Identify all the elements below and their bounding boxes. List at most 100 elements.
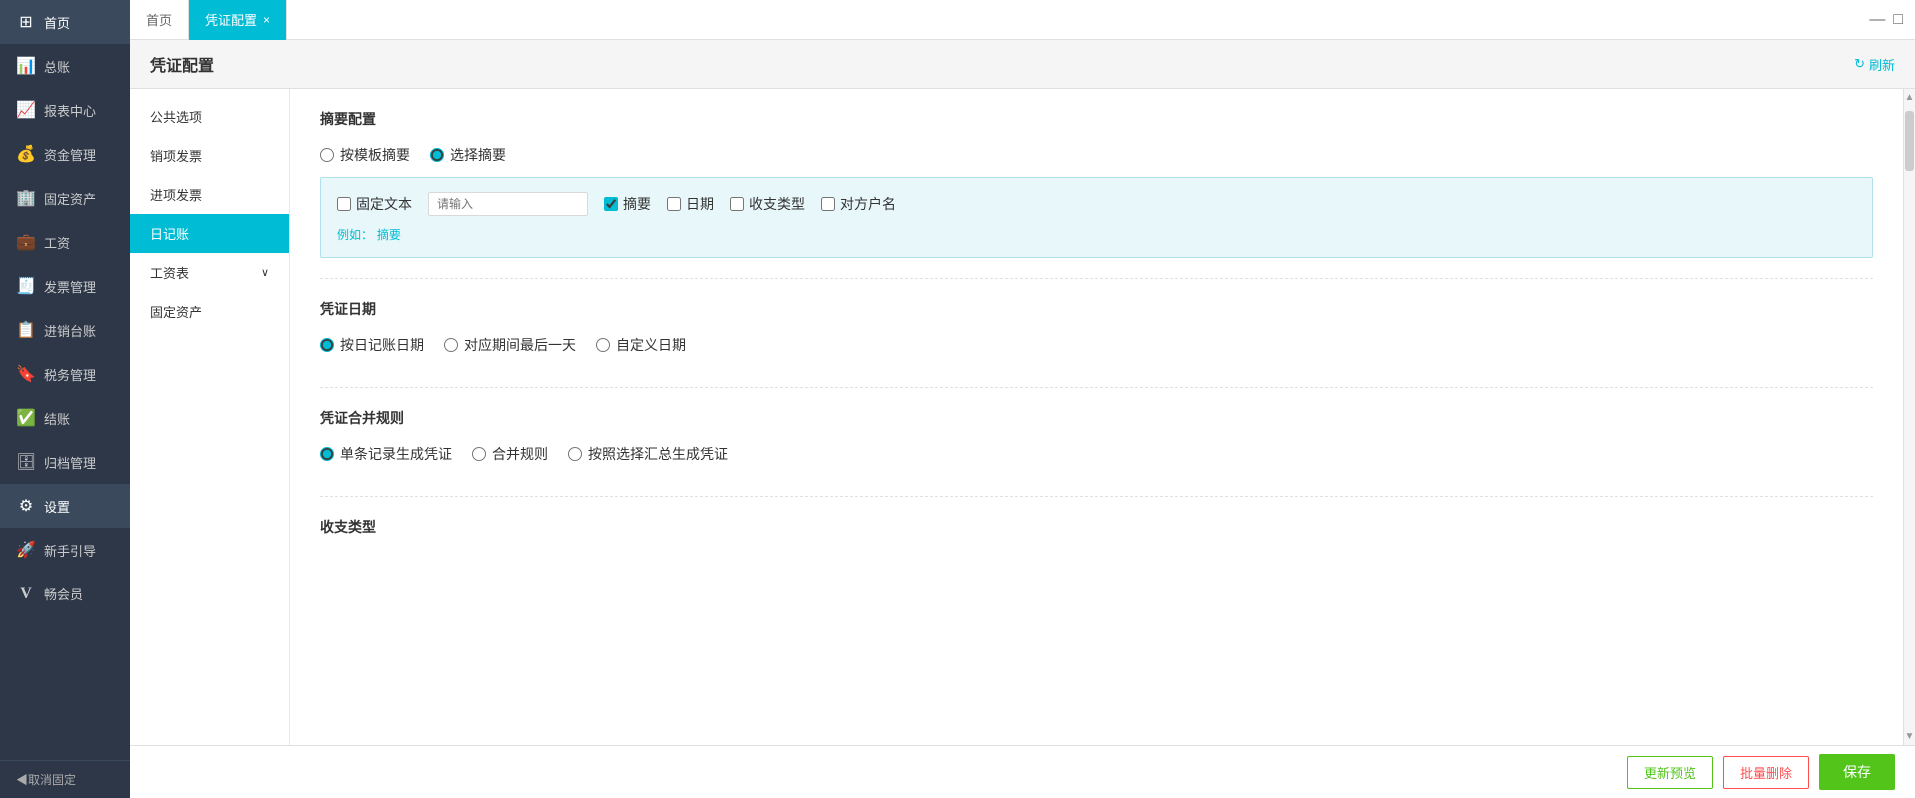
radio-template-input[interactable] xyxy=(320,148,334,162)
income-expense-section: 收支类型 xyxy=(320,517,1873,573)
nav-item-journal[interactable]: 日记账 xyxy=(130,214,289,253)
abstract-checkbox[interactable] xyxy=(604,197,618,211)
radio-select-input[interactable] xyxy=(430,148,444,162)
sidebar-item-guide[interactable]: 🚀 新手引导 xyxy=(0,528,130,572)
sidebar-item-close[interactable]: ✅ 结账 xyxy=(0,396,130,440)
scrollbar: ▲ ▼ xyxy=(1903,89,1915,745)
radio-select-summary[interactable]: 选择摘要 xyxy=(430,145,506,165)
sidebar-item-settings[interactable]: ⚙ 设置 xyxy=(0,484,130,528)
sidebar-item-ledger[interactable]: 📊 总账 xyxy=(0,44,130,88)
tab-bar: 首页 凭证配置 × — □ xyxy=(130,0,1915,40)
radio-custom-date[interactable]: 自定义日期 xyxy=(596,335,686,355)
sidebar-toggle[interactable]: ◀取消固定 xyxy=(0,760,130,798)
scroll-track xyxy=(1904,106,1915,728)
sidebar-item-purchase[interactable]: 📋 进销台账 xyxy=(0,308,130,352)
radio-merge-rule[interactable]: 合并规则 xyxy=(472,444,548,464)
sidebar-item-invoice[interactable]: 🧾 发票管理 xyxy=(0,264,130,308)
income-expense-title: 收支类型 xyxy=(320,517,1873,537)
date-radio-group: 按日记账日期 对应期间最后一天 自定义日期 xyxy=(320,335,1873,355)
tab-home[interactable]: 首页 xyxy=(130,0,189,40)
checkbox-abstract[interactable]: 摘要 xyxy=(604,194,651,214)
form-area: 摘要配置 按模板摘要 选择摘要 xyxy=(290,89,1903,745)
date-checkbox[interactable] xyxy=(667,197,681,211)
settings-icon: ⚙ xyxy=(16,496,36,516)
fund-icon: 💰 xyxy=(16,144,36,164)
checkbox-income-type[interactable]: 收支类型 xyxy=(730,194,805,214)
nav-item-purchase-invoice[interactable]: 进项发票 xyxy=(130,175,289,214)
scroll-down-arrow[interactable]: ▼ xyxy=(1904,728,1915,745)
main-area: 首页 凭证配置 × — □ 凭证配置 ↻ 刷新 公共选项 xyxy=(130,0,1915,798)
example-value: 摘要 xyxy=(377,228,401,242)
archive-icon: 🗄 xyxy=(16,452,36,472)
radio-journal-input[interactable] xyxy=(320,338,334,352)
merge-radio-group: 单条记录生成凭证 合并规则 按照选择汇总生成凭证 xyxy=(320,444,1873,464)
sidebar-item-home[interactable]: ⊞ 首页 xyxy=(0,0,130,44)
page-title: 凭证配置 xyxy=(150,52,214,76)
sidebar-item-tax[interactable]: 🔖 税务管理 xyxy=(0,352,130,396)
scroll-up-arrow[interactable]: ▲ xyxy=(1904,89,1915,106)
tab-voucher-config[interactable]: 凭证配置 × xyxy=(189,0,287,40)
checkbox-fixed-text[interactable]: 固定文本 xyxy=(337,194,412,214)
checkbox-counterpart[interactable]: 对方户名 xyxy=(821,194,896,214)
tab-close-icon[interactable]: × xyxy=(263,13,270,27)
sidebar-item-assets[interactable]: 🏢 固定资产 xyxy=(0,176,130,220)
fixed-text-input[interactable] xyxy=(428,192,588,216)
merge-title: 凭证合并规则 xyxy=(320,408,1873,428)
example-label: 例如： xyxy=(337,228,373,242)
tab-controls: — □ xyxy=(1869,11,1915,29)
sidebar-item-report[interactable]: 📈 报表中心 xyxy=(0,88,130,132)
update-preview-button[interactable]: 更新预览 xyxy=(1627,756,1713,789)
batch-delete-button[interactable]: 批量删除 xyxy=(1723,756,1809,789)
summary-section: 摘要配置 按模板摘要 选择摘要 xyxy=(320,109,1873,279)
content: 凭证配置 ↻ 刷新 公共选项 销项发票 进项发票 日记账 xyxy=(130,40,1915,798)
home-icon: ⊞ xyxy=(16,12,36,32)
ledger-icon: 📊 xyxy=(16,56,36,76)
assets-icon: 🏢 xyxy=(16,188,36,208)
maximize-button[interactable]: □ xyxy=(1893,11,1903,29)
purchase-icon: 📋 xyxy=(16,320,36,340)
fixed-text-checkbox[interactable] xyxy=(337,197,351,211)
sidebar-item-fund[interactable]: 💰 资金管理 xyxy=(0,132,130,176)
date-title: 凭证日期 xyxy=(320,299,1873,319)
summary-box: 固定文本 摘要 日期 xyxy=(320,177,1873,258)
radio-template-summary[interactable]: 按模板摘要 xyxy=(320,145,410,165)
summary-radio-group: 按模板摘要 选择摘要 xyxy=(320,145,1873,165)
sidebar-item-member[interactable]: V 畅会员 xyxy=(0,572,130,615)
body-layout: 公共选项 销项发票 进项发票 日记账 工资表 ∨ 固定资产 xyxy=(130,89,1915,745)
income-type-checkbox[interactable] xyxy=(730,197,744,211)
counterpart-checkbox[interactable] xyxy=(821,197,835,211)
scroll-thumb[interactable] xyxy=(1905,111,1914,171)
left-nav: 公共选项 销项发票 进项发票 日记账 工资表 ∨ 固定资产 xyxy=(130,89,290,745)
radio-journal-date[interactable]: 按日记账日期 xyxy=(320,335,424,355)
nav-item-payroll[interactable]: 工资表 ∨ xyxy=(130,253,289,292)
invoice-icon: 🧾 xyxy=(16,276,36,296)
chevron-down-icon: ∨ xyxy=(261,266,269,279)
nav-item-sales-invoice[interactable]: 销项发票 xyxy=(130,136,289,175)
page-header: 凭证配置 ↻ 刷新 xyxy=(130,40,1915,89)
checkbox-date[interactable]: 日期 xyxy=(667,194,714,214)
minimize-button[interactable]: — xyxy=(1869,11,1885,29)
date-section: 凭证日期 按日记账日期 对应期间最后一天 自定义日期 xyxy=(320,299,1873,388)
radio-summary-input[interactable] xyxy=(568,447,582,461)
refresh-button[interactable]: ↻ 刷新 xyxy=(1854,55,1895,74)
report-icon: 📈 xyxy=(16,100,36,120)
radio-custom-input[interactable] xyxy=(596,338,610,352)
radio-period-input[interactable] xyxy=(444,338,458,352)
summary-title: 摘要配置 xyxy=(320,109,1873,129)
radio-summary-voucher[interactable]: 按照选择汇总生成凭证 xyxy=(568,444,728,464)
checkbox-row: 固定文本 摘要 日期 xyxy=(337,192,1856,216)
merge-section: 凭证合并规则 单条记录生成凭证 合并规则 按照选择汇总生成凭证 xyxy=(320,408,1873,497)
refresh-icon: ↻ xyxy=(1854,56,1865,72)
close-accounts-icon: ✅ xyxy=(16,408,36,428)
nav-item-fixed-assets[interactable]: 固定资产 xyxy=(130,292,289,331)
save-button[interactable]: 保存 xyxy=(1819,754,1895,790)
sidebar-item-archive[interactable]: 🗄 归档管理 xyxy=(0,440,130,484)
nav-item-public[interactable]: 公共选项 xyxy=(130,97,289,136)
radio-period-last[interactable]: 对应期间最后一天 xyxy=(444,335,576,355)
sidebar-item-salary[interactable]: 💼 工资 xyxy=(0,220,130,264)
radio-single-record[interactable]: 单条记录生成凭证 xyxy=(320,444,452,464)
radio-single-input[interactable] xyxy=(320,447,334,461)
tax-icon: 🔖 xyxy=(16,364,36,384)
radio-merge-input[interactable] xyxy=(472,447,486,461)
member-icon: V xyxy=(16,585,36,603)
